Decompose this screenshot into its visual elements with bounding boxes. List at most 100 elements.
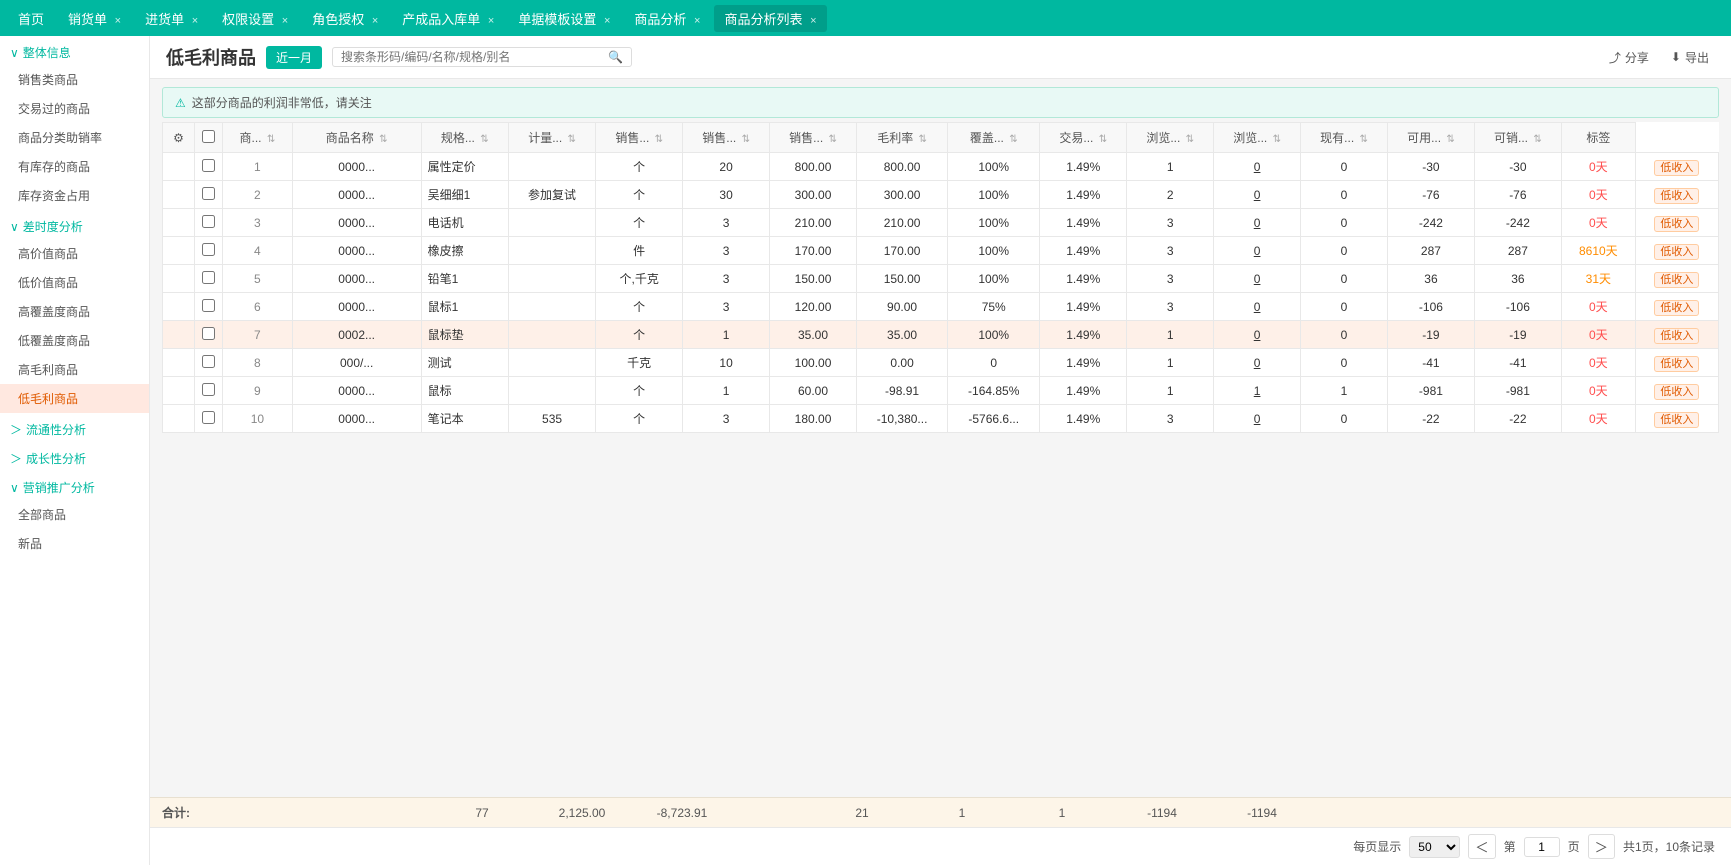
sidebar-section-growth[interactable]: ＞ 成长性分析 (0, 442, 149, 471)
col-saleable[interactable]: 可销... ⇅ (1474, 123, 1561, 153)
sidebar-item-inventory-fund[interactable]: 库存资金占用 (0, 181, 149, 210)
row-select-checkbox[interactable] (202, 383, 215, 396)
row-checkbox[interactable] (195, 265, 223, 293)
sidebar-item-sales-products[interactable]: 销售类商品 (0, 65, 149, 94)
row-select-checkbox[interactable] (202, 327, 215, 340)
row-select-checkbox[interactable] (202, 159, 215, 172)
row-checkbox[interactable] (195, 349, 223, 377)
nav-product-analysis[interactable]: 商品分析 × (624, 5, 710, 32)
row-select-checkbox[interactable] (202, 271, 215, 284)
row-browse1[interactable]: 0 (1214, 349, 1301, 377)
col-checkbox[interactable] (195, 123, 223, 153)
sidebar-item-traded-products[interactable]: 交易过的商品 (0, 94, 149, 123)
settings-icon[interactable]: ⚙ (173, 131, 184, 145)
col-tag[interactable]: 标签 (1561, 123, 1635, 153)
col-available[interactable]: 可用... ⇅ (1387, 123, 1474, 153)
nav-product-analysis-list[interactable]: 商品分析列表 × (714, 5, 826, 32)
row-coverage: 1.49% (1040, 405, 1127, 433)
next-page-button[interactable]: ＞ (1588, 834, 1615, 859)
date-filter-button[interactable]: 近一月 (266, 46, 322, 69)
row-browse1[interactable]: 0 (1214, 237, 1301, 265)
row-select-checkbox[interactable] (202, 243, 215, 256)
row-select-checkbox[interactable] (202, 355, 215, 368)
sidebar-section-overall[interactable]: ∨ 整体信息 (0, 36, 149, 65)
row-settings[interactable] (163, 405, 195, 433)
per-page-select[interactable]: 50 20 100 (1409, 836, 1460, 858)
row-settings[interactable] (163, 181, 195, 209)
row-settings[interactable] (163, 321, 195, 349)
col-sales-profit[interactable]: 销售... ⇅ (770, 123, 857, 153)
row-browse1[interactable]: 0 (1214, 209, 1301, 237)
sidebar-item-new-products[interactable]: 新品 (0, 529, 149, 558)
col-name[interactable]: 商品名称 ⇅ (292, 123, 421, 153)
row-browse1[interactable]: 0 (1214, 321, 1301, 349)
col-settings[interactable]: ⚙ (163, 123, 195, 153)
table-row: 3 0000... 电话机 个 3 210.00 210.00 100% 1.4… (163, 209, 1719, 237)
nav-home[interactable]: 首页 (8, 5, 54, 32)
nav-sales-order[interactable]: 销货单 × (58, 5, 131, 32)
row-checkbox[interactable] (195, 321, 223, 349)
col-sales-qty[interactable]: 销售... ⇅ (596, 123, 683, 153)
sidebar-item-high-value[interactable]: 高价值商品 (0, 239, 149, 268)
col-browse2[interactable]: 浏览... ⇅ (1214, 123, 1301, 153)
row-settings[interactable] (163, 377, 195, 405)
nav-purchase-order[interactable]: 进货单 × (135, 5, 208, 32)
row-browse1[interactable]: 0 (1214, 181, 1301, 209)
sidebar-item-in-stock[interactable]: 有库存的商品 (0, 152, 149, 181)
sidebar-section-marketing[interactable]: ∨ 营销推广分析 (0, 471, 149, 500)
col-sales-price[interactable]: 销售... ⇅ (683, 123, 770, 153)
row-browse1[interactable]: 1 (1214, 377, 1301, 405)
select-all-checkbox[interactable] (202, 130, 215, 143)
share-button[interactable]: ⤴ 分享 (1603, 46, 1655, 69)
nav-template-settings[interactable]: 单据模板设置 × (508, 5, 620, 32)
col-current[interactable]: 现有... ⇅ (1301, 123, 1388, 153)
row-settings[interactable] (163, 237, 195, 265)
row-settings[interactable] (163, 153, 195, 181)
col-unit[interactable]: 计量... ⇅ (508, 123, 595, 153)
search-input[interactable] (341, 50, 608, 64)
sidebar-item-high-profit[interactable]: 高毛利商品 (0, 355, 149, 384)
nav-permissions[interactable]: 权限设置 × (212, 5, 298, 32)
table-container[interactable]: ⚙ 商... ⇅ 商品名称 ⇅ 规格... ⇅ 计量... ⇅ 销售... ⇅ … (150, 122, 1731, 797)
col-browse1[interactable]: 浏览... ⇅ (1127, 123, 1214, 153)
row-checkbox[interactable] (195, 209, 223, 237)
prev-page-button[interactable]: ＜ (1468, 834, 1495, 859)
row-settings[interactable] (163, 349, 195, 377)
col-trade[interactable]: 交易... ⇅ (1040, 123, 1127, 153)
col-gross-margin[interactable]: 毛利率 ⇅ (856, 123, 947, 153)
sidebar-item-low-value[interactable]: 低价值商品 (0, 268, 149, 297)
row-checkbox[interactable] (195, 237, 223, 265)
row-browse1[interactable]: 0 (1214, 153, 1301, 181)
col-code[interactable]: 商... ⇅ (223, 123, 293, 153)
sidebar-item-low-coverage[interactable]: 低覆盖度商品 (0, 326, 149, 355)
nav-role-auth[interactable]: 角色授权 × (302, 5, 388, 32)
export-button[interactable]: ⬇ 导出 (1665, 46, 1715, 69)
row-browse1[interactable]: 0 (1214, 265, 1301, 293)
row-settings[interactable] (163, 209, 195, 237)
row-select-checkbox[interactable] (202, 299, 215, 312)
page-unit: 页 (1568, 838, 1580, 855)
sidebar-section-flow[interactable]: ＞ 流通性分析 (0, 413, 149, 442)
row-checkbox[interactable] (195, 377, 223, 405)
row-settings[interactable] (163, 265, 195, 293)
sidebar-section-quality[interactable]: ∨ 差时度分析 (0, 210, 149, 239)
row-select-checkbox[interactable] (202, 215, 215, 228)
row-select-checkbox[interactable] (202, 411, 215, 424)
sidebar-item-low-profit[interactable]: 低毛利商品 (0, 384, 149, 413)
row-checkbox[interactable] (195, 293, 223, 321)
row-checkbox[interactable] (195, 153, 223, 181)
sidebar-item-category-rate[interactable]: 商品分类助销率 (0, 123, 149, 152)
row-checkbox[interactable] (195, 405, 223, 433)
row-browse1[interactable]: 0 (1214, 405, 1301, 433)
col-spec[interactable]: 规格... ⇅ (421, 123, 508, 153)
page-number-input[interactable] (1524, 837, 1560, 857)
col-coverage[interactable]: 覆盖... ⇅ (948, 123, 1040, 153)
row-checkbox[interactable] (195, 181, 223, 209)
row-browse1[interactable]: 0 (1214, 293, 1301, 321)
sidebar-item-high-coverage[interactable]: 高覆盖度商品 (0, 297, 149, 326)
sidebar-item-all-products[interactable]: 全部商品 (0, 500, 149, 529)
row-settings[interactable] (163, 293, 195, 321)
search-icon[interactable]: 🔍 (608, 50, 623, 64)
nav-product-entry[interactable]: 产成品入库单 × (392, 5, 504, 32)
row-select-checkbox[interactable] (202, 187, 215, 200)
